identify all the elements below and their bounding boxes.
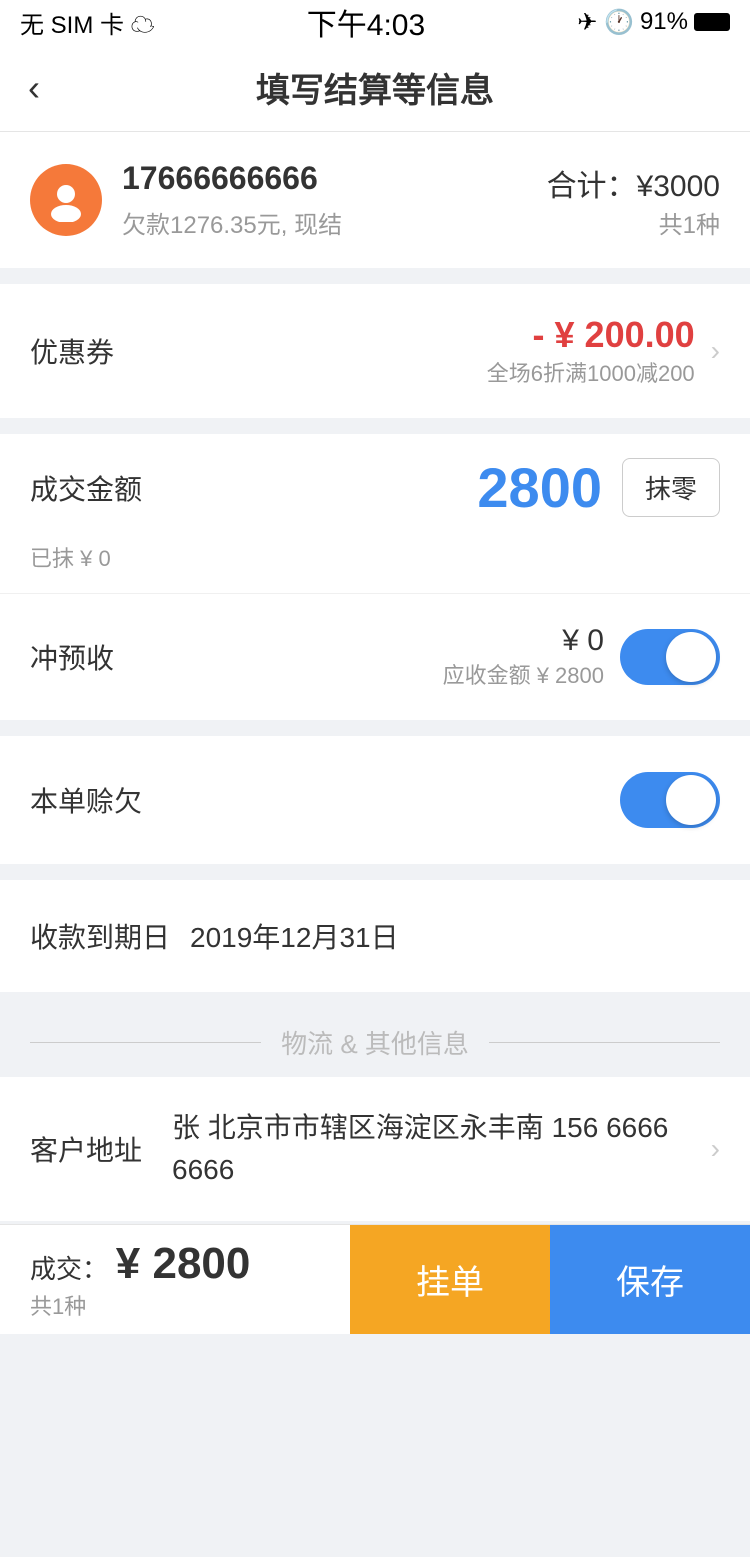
footer: 成交： ¥ 2800 共1种 挂单 保存 <box>0 1224 750 1334</box>
deal-amount-value: 2800 <box>477 460 602 516</box>
debt-label: 本单赊欠 <box>30 780 142 820</box>
customer-note: 欠款1276.35元, 现结 <box>122 205 342 240</box>
status-left: 无 SIM 卡 ☁ <box>20 5 155 40</box>
deal-amount-label: 成交金额 <box>30 468 142 508</box>
deal-section: 成交金额 2800 抹零 已抹 ¥ 0 冲预收 ¥ 0 应收金额 ¥ 2800 <box>0 434 750 720</box>
prepay-row: 冲预收 ¥ 0 应收金额 ¥ 2800 <box>0 593 750 720</box>
prepay-value: ¥ 0 <box>443 624 604 658</box>
footer-count: 共1种 <box>30 1289 320 1321</box>
footer-deal-wrap: 成交： ¥ 2800 <box>30 1239 320 1289</box>
status-right: ✈ 🕐 91% <box>577 8 730 37</box>
sim-label: 无 SIM 卡 ☁ <box>20 5 155 40</box>
back-button[interactable]: ‹ <box>28 67 40 109</box>
coupon-chevron-icon: › <box>711 335 720 367</box>
prepay-value-wrap: ¥ 0 应收金额 ¥ 2800 <box>443 624 604 690</box>
due-date-value: 2019年12月31日 <box>190 916 399 956</box>
coupon-amount: - ¥ 200.00 <box>487 314 695 356</box>
coupon-section: 优惠券 - ¥ 200.00 全场6折满1000减200 › <box>0 284 750 418</box>
coupon-row[interactable]: 优惠券 - ¥ 200.00 全场6折满1000减200 › <box>0 284 750 418</box>
pending-button[interactable]: 挂单 <box>350 1225 550 1334</box>
coupon-desc: 全场6折满1000减200 <box>487 356 695 388</box>
prepay-sub: 应收金额 ¥ 2800 <box>443 658 604 690</box>
status-bar: 无 SIM 卡 ☁ 下午4:03 ✈ 🕐 91% <box>0 0 750 44</box>
avatar-icon <box>44 178 88 222</box>
prepay-toggle[interactable] <box>620 629 720 685</box>
toggle-knob <box>666 632 716 682</box>
battery-icon: ✈ 🕐 <box>577 8 634 37</box>
total-count: 共1种 <box>547 205 720 240</box>
page-title: 填写结算等信息 <box>256 63 494 112</box>
footer-deal-amount: ¥ 2800 <box>116 1239 251 1288</box>
deal-row-right: 2800 抹零 <box>477 458 720 517</box>
prepay-label: 冲预收 <box>30 637 114 677</box>
customer-phone: 17666666666 <box>122 160 342 197</box>
nav-bar: ‹ 填写结算等信息 <box>0 44 750 132</box>
customer-left: 17666666666 欠款1276.35元, 现结 <box>30 160 342 240</box>
debt-toggle-knob <box>666 775 716 825</box>
coupon-label: 优惠券 <box>30 331 114 371</box>
prepay-right: ¥ 0 应收金额 ¥ 2800 <box>443 624 720 690</box>
logistics-label: 物流 & 其他信息 <box>281 1024 469 1061</box>
battery-percent: 91% <box>640 8 688 36</box>
deal-sub-text: 已抹 ¥ 0 <box>0 541 750 593</box>
divider-line-right <box>489 1042 720 1043</box>
deal-amount-row: 成交金额 2800 抹零 <box>0 434 750 541</box>
debt-toggle[interactable] <box>620 772 720 828</box>
address-label: 客户地址 <box>30 1129 142 1169</box>
customer-info: 17666666666 欠款1276.35元, 现结 <box>122 160 342 240</box>
due-date-row: 收款到期日 2019年12月31日 <box>0 880 750 992</box>
divider-line-left <box>30 1042 261 1043</box>
avatar <box>30 164 102 236</box>
footer-btn-group: 挂单 保存 <box>350 1225 750 1334</box>
footer-info: 成交： ¥ 2800 共1种 <box>0 1239 350 1321</box>
content: 17666666666 欠款1276.35元, 现结 合计：¥3000 共1种 … <box>0 132 750 1557</box>
address-chevron-icon: › <box>711 1133 720 1165</box>
customer-right: 合计：¥3000 共1种 <box>547 161 720 240</box>
debt-row: 本单赊欠 <box>0 736 750 864</box>
save-button[interactable]: 保存 <box>550 1225 750 1334</box>
address-row[interactable]: 客户地址 张 北京市市辖区海淀区永丰南 156 6666 6666 › <box>0 1077 750 1221</box>
due-date-label: 收款到期日 <box>30 916 170 956</box>
address-value: 张 北京市市辖区海淀区永丰南 156 6666 6666 <box>172 1107 711 1191</box>
footer-deal-label: 成交： <box>30 1254 108 1284</box>
status-time: 下午4:03 <box>307 0 425 44</box>
customer-card: 17666666666 欠款1276.35元, 现结 合计：¥3000 共1种 <box>0 132 750 268</box>
coupon-right: - ¥ 200.00 全场6折满1000减200 › <box>487 314 720 388</box>
logistics-divider: 物流 & 其他信息 <box>0 1008 750 1077</box>
total-amount: 合计：¥3000 <box>547 161 720 205</box>
erase-button[interactable]: 抹零 <box>622 458 720 517</box>
battery-bar <box>694 13 730 31</box>
